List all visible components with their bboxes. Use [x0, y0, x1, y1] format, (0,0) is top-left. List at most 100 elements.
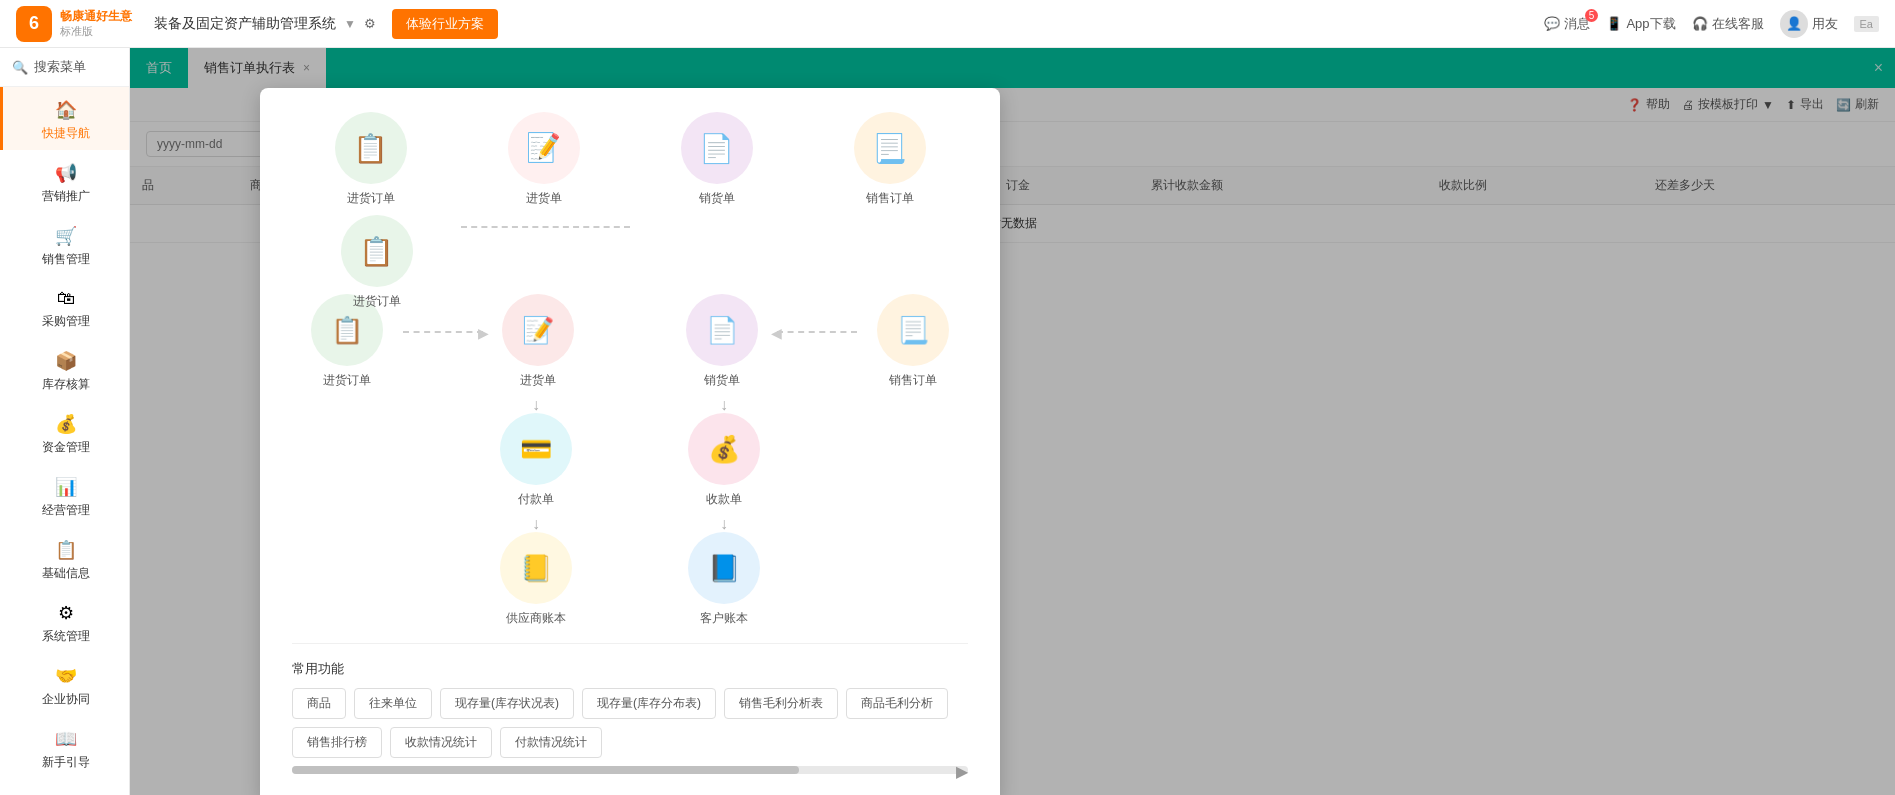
logo-area: 6 畅康通好生意 标准版 [16, 6, 146, 42]
down-arrow-sales: ↓ [668, 397, 781, 413]
receipt-label: 收款单 [706, 491, 742, 508]
down-arrow-receipt: ↓ [668, 516, 781, 532]
down-arrow-payment-icon: ↓ [532, 516, 540, 532]
empty-4-3 [592, 516, 667, 532]
message-button[interactable]: 💬 消息 5 [1544, 15, 1590, 33]
node-supplier: 📒 供应商账本 [480, 532, 593, 627]
node-customer: 📘 客户账本 [668, 532, 781, 627]
node-payment: 💳 付款单 [480, 413, 593, 508]
down-arrow-purchase-icon: ↓ [532, 397, 540, 413]
purchase-icon: 🛍 [57, 288, 75, 309]
home-icon: 🏠 [55, 99, 77, 121]
flow-col-sales-order: 📃 销售订单 [811, 112, 968, 207]
inventory-icon: 📦 [55, 350, 77, 372]
collab-icon: 🤝 [55, 665, 77, 687]
modal-overlay[interactable]: 📋 进货订单 📝 [130, 48, 1895, 795]
sales-bill-circle[interactable]: 📄 [681, 112, 753, 184]
user-menu[interactable]: 👤 用友 [1780, 10, 1838, 38]
down-arrow-sales-icon: ↓ [720, 397, 728, 413]
customer-node[interactable]: 📘 [688, 532, 760, 604]
common-buttons-row1: 商品 往来单位 现存量(库存状况表) 现存量(库存分布表) 销售毛利分析表 商品… [292, 688, 968, 719]
common-btn-stock-status[interactable]: 现存量(库存状况表) [440, 688, 574, 719]
app-icon: 📱 [1606, 16, 1622, 31]
arrow-right-1: ▶ [403, 331, 483, 353]
arrow-left-1: ◀ [777, 331, 857, 353]
supplier-node[interactable]: 📒 [500, 532, 572, 604]
empty-4-2 [405, 516, 480, 532]
payment-label: 付款单 [518, 491, 554, 508]
node-receipt: 💰 收款单 [668, 413, 781, 508]
purchase-order-circle[interactable]: 📋 [335, 112, 407, 184]
system-icon: ⚙ [58, 602, 74, 624]
scroll-right-arrow[interactable]: ▶ [956, 762, 968, 781]
po-circle[interactable]: 📋 [341, 215, 413, 287]
down-arrow-purchase: ↓ [480, 397, 593, 413]
headset-icon: 🎧 [1692, 16, 1708, 31]
common-btn-contacts[interactable]: 往来单位 [354, 688, 432, 719]
sidebar-item-basic[interactable]: 📋 基础信息 [0, 527, 129, 590]
sidebar-item-operation[interactable]: 📊 经营管理 [0, 464, 129, 527]
content-area: 首页 销售订单执行表 × × ❓ 帮助 🖨 按模板打印 [130, 48, 1895, 795]
supplier-label: 供应商账本 [506, 610, 566, 627]
search-icon: 🔍 [12, 60, 28, 75]
app-download-button[interactable]: 📱 App下载 [1606, 15, 1675, 33]
empty-2 [405, 397, 480, 413]
purchase-bill-circle[interactable]: 📝 [508, 112, 580, 184]
sales-bill-node-label: 销货单 [704, 372, 740, 389]
basic-icon: 📋 [55, 539, 77, 561]
newuser-icon: 📖 [55, 728, 77, 750]
common-buttons-row2: 销售排行榜 收款情况统计 付款情况统计 [292, 727, 968, 758]
purchase-order-icon: 📋 [353, 132, 388, 165]
sidebar-item-marketing[interactable]: 📢 营销推广 [0, 150, 129, 213]
user-avatar: 👤 [1780, 10, 1808, 38]
sidebar-item-system[interactable]: ⚙ 系统管理 [0, 590, 129, 653]
scroll-thumb[interactable] [292, 766, 799, 774]
settings-button[interactable]: ⚙ [356, 10, 384, 38]
common-btn-sales-rank[interactable]: 销售排行榜 [292, 727, 382, 758]
sidebar-item-newuser[interactable]: 📖 新手引导 [0, 716, 129, 779]
flow-modal: 📋 进货订单 📝 [260, 88, 1000, 795]
payment-node[interactable]: 💳 [500, 413, 572, 485]
customer-label: 客户账本 [700, 610, 748, 627]
trial-button[interactable]: 体验行业方案 [392, 9, 498, 39]
po-label: 进货订单 [353, 293, 401, 310]
common-btn-stock-dist[interactable]: 现存量(库存分布表) [582, 688, 716, 719]
common-btn-product-gross[interactable]: 商品毛利分析 [846, 688, 948, 719]
common-btn-product[interactable]: 商品 [292, 688, 346, 719]
empty-4-4 [780, 516, 855, 532]
marketing-icon: 📢 [55, 162, 77, 184]
modal-body: 📋 进货订单 📝 [260, 88, 1000, 795]
sidebar-item-sales[interactable]: 🛒 销售管理 [0, 213, 129, 276]
empty-1 [292, 397, 405, 413]
operation-icon: 📊 [55, 476, 77, 498]
system-name-label: 装备及固定资产辅助管理系统 [154, 15, 336, 33]
system-dropdown-arrow[interactable]: ▼ [344, 17, 356, 31]
online-service-button[interactable]: 🎧 在线客服 [1692, 15, 1764, 33]
common-btn-sales-gross[interactable]: 销售毛利分析表 [724, 688, 838, 719]
common-btn-payment-stats[interactable]: 付款情况统计 [500, 727, 602, 758]
row3-flow: 💳 付款单 💰 收款单 [292, 413, 968, 508]
sales-order-circle[interactable]: 📃 [854, 112, 926, 184]
po-icon: 📋 [359, 235, 394, 268]
sidebar-item-quick[interactable]: 🏠 快捷导航 [0, 87, 129, 150]
sales-order-label: 销售订单 [866, 190, 914, 207]
flow-main: 📋 进货订单 ▶ [292, 294, 968, 627]
message-icon: 💬 [1544, 16, 1560, 31]
common-btn-receipt-stats[interactable]: 收款情况统计 [390, 727, 492, 758]
sales-bill-icon: 📄 [699, 132, 734, 165]
row5-flow: 📒 供应商账本 📘 客户账本 [292, 532, 968, 627]
row2-arrows: ↓ ↓ [292, 397, 968, 413]
arrow-po-to-pb [461, 250, 630, 276]
system-title: 装备及固定资产辅助管理系统 ▼ [154, 15, 356, 33]
empty-4 [780, 397, 855, 413]
sidebar-item-collab[interactable]: 🤝 企业协同 [0, 653, 129, 716]
main-area: 🔍 搜索菜单 🏠 快捷导航 📢 营销推广 🛒 销售管理 🛍 采购管理 📦 [0, 48, 1895, 795]
sidebar-item-inventory[interactable]: 📦 库存核算 [0, 338, 129, 401]
flow-arrow-1: 📝 进货单 [465, 135, 622, 207]
sales-order-node-label: 销售订单 [889, 372, 937, 389]
top-bar: 6 畅康通好生意 标准版 装备及固定资产辅助管理系统 ▼ ⚙ 体验行业方案 💬 … [0, 0, 1895, 48]
sidebar-item-finance[interactable]: 💰 资金管理 [0, 401, 129, 464]
sidebar-item-purchase[interactable]: 🛍 采购管理 [0, 276, 129, 338]
search-menu-item[interactable]: 🔍 搜索菜单 [0, 48, 129, 87]
receipt-node[interactable]: 💰 [688, 413, 760, 485]
